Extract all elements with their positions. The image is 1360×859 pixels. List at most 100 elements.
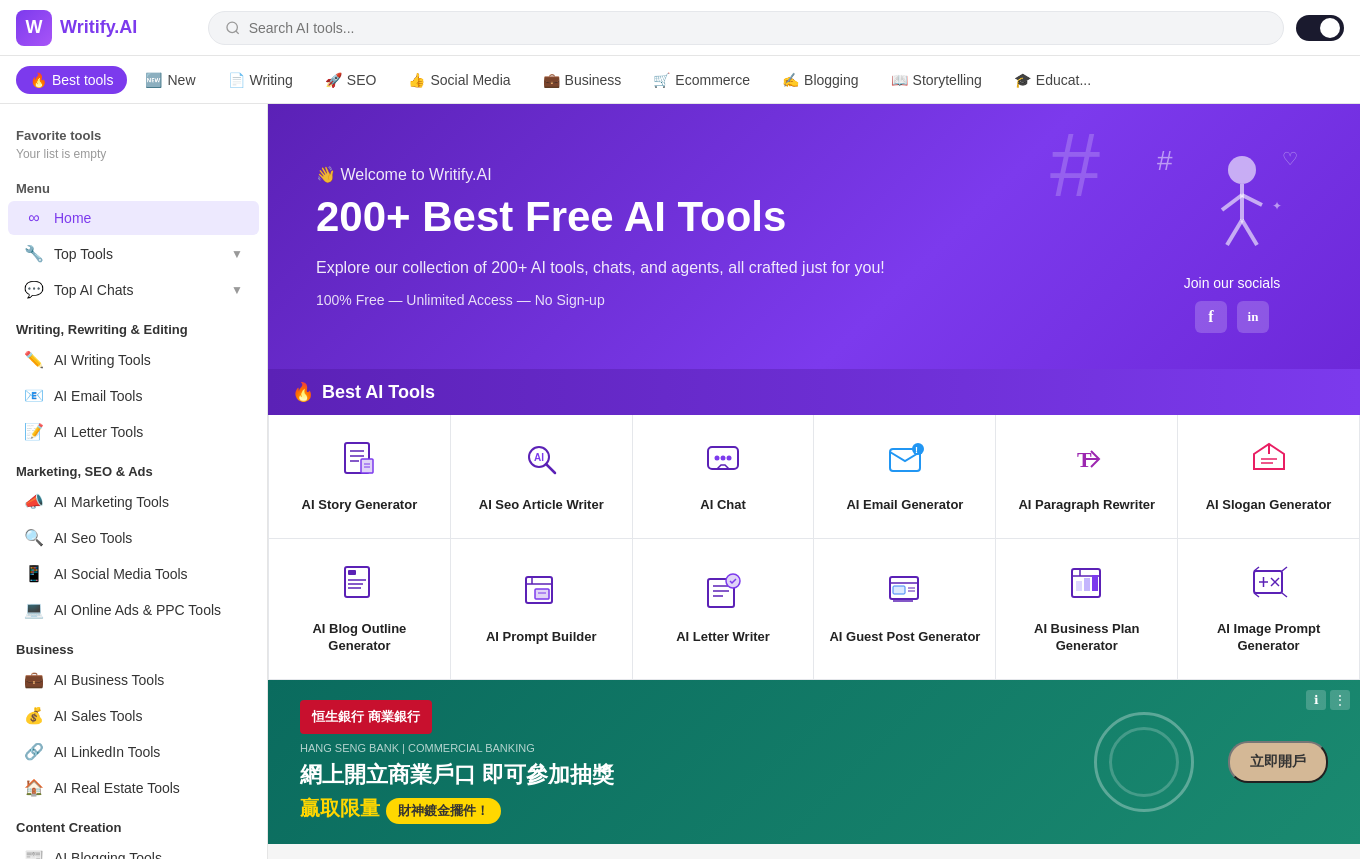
ad-sub-text: 贏取限量 財神鍍金擺件！ <box>300 794 614 824</box>
sidebar-item-home[interactable]: ∞ Home <box>8 201 259 235</box>
ad-main-text: 網上開立商業戶口 即可參加抽獎 <box>300 760 614 790</box>
sales-icon: 💰 <box>24 706 44 725</box>
ad-banner: ℹ ⋮ 恒生銀行 商業銀行 HANG SENG BANK | COMMERCIA… <box>268 680 1360 844</box>
linkedin-icon[interactable]: in <box>1237 301 1269 333</box>
tool-card-guest-post[interactable]: AI Guest Post Generator <box>814 539 996 680</box>
ad-close-button[interactable]: ⋮ <box>1330 690 1350 710</box>
tab-ecommerce[interactable]: 🛒 Ecommerce <box>639 66 764 94</box>
sidebar-item-top-ai-chats[interactable]: 💬 Top AI Chats ▼ <box>8 272 259 307</box>
svg-line-62 <box>1282 567 1287 571</box>
prompt-builder-label: AI Prompt Builder <box>486 629 597 646</box>
tool-card-seo-writer[interactable]: AI AI Seo Article Writer <box>451 415 633 539</box>
svg-rect-59 <box>1092 575 1098 591</box>
sidebar-item-ai-linkedin[interactable]: 🔗 AI LinkedIn Tools <box>8 734 259 769</box>
tab-writing[interactable]: 📄 Writing <box>214 66 307 94</box>
body-row: Favorite tools Your list is empty Menu ∞… <box>0 104 1360 859</box>
blog-outline-label: AI Blog Outline Generator <box>281 621 438 655</box>
guest-post-label: AI Guest Post Generator <box>829 629 980 646</box>
sidebar: Favorite tools Your list is empty Menu ∞… <box>0 104 268 859</box>
facebook-icon[interactable]: f <box>1195 301 1227 333</box>
sidebar-item-ai-business[interactable]: 💼 AI Business Tools <box>8 662 259 697</box>
svg-point-0 <box>227 22 237 32</box>
svg-line-18 <box>546 464 555 473</box>
tab-business[interactable]: 💼 Business <box>529 66 636 94</box>
search-bar[interactable] <box>208 11 1284 45</box>
tool-card-prompt-builder[interactable]: AI Prompt Builder <box>451 539 633 680</box>
svg-line-6 <box>1227 220 1242 245</box>
svg-rect-57 <box>1076 581 1082 591</box>
top-tools-icon: 🔧 <box>24 244 44 263</box>
writing-tools-icon: ✏️ <box>24 350 44 369</box>
home-icon: ∞ <box>24 209 44 227</box>
dark-mode-toggle[interactable] <box>1296 15 1344 41</box>
hero-illustration: # <box>1050 114 1100 217</box>
image-prompt-label: AI Image Prompt Generator <box>1190 621 1347 655</box>
seo-writer-icon: AI <box>521 439 561 487</box>
svg-text:AI: AI <box>534 452 544 463</box>
svg-line-64 <box>1282 593 1287 597</box>
tab-blogging[interactable]: ✍️ Blogging <box>768 66 873 94</box>
tab-storytelling[interactable]: 📖 Storytelling <box>877 66 996 94</box>
tool-card-para-rewriter[interactable]: T AI Paragraph Rewriter <box>996 415 1178 539</box>
search-input[interactable] <box>249 20 1267 36</box>
real-estate-icon: 🏠 <box>24 778 44 797</box>
ad-controls: ℹ ⋮ <box>1306 690 1350 710</box>
logo-area: W Writify.AI <box>16 10 196 46</box>
email-gen-icon: ! <box>885 439 925 487</box>
hero-headline: 200+ Best Free AI Tools <box>316 194 885 240</box>
tool-card-email-gen[interactable]: ! AI Email Generator <box>814 415 996 539</box>
svg-point-21 <box>715 456 720 461</box>
letter-writer-label: AI Letter Writer <box>676 629 770 646</box>
search-icon <box>225 20 241 36</box>
tool-card-chat[interactable]: AI Chat <box>633 415 815 539</box>
marketing-category-label: Marketing, SEO & Ads <box>0 450 267 483</box>
sidebar-item-ai-social-media[interactable]: 📱 AI Social Media Tools <box>8 556 259 591</box>
guest-post-icon <box>885 571 925 619</box>
sidebar-item-ai-letter-tools[interactable]: 📝 AI Letter Tools <box>8 414 259 449</box>
tool-card-biz-plan[interactable]: AI Business Plan Generator <box>996 539 1178 680</box>
tool-card-slogan-gen[interactable]: AI Slogan Generator <box>1178 415 1360 539</box>
logo-text: Writify.AI <box>60 17 137 38</box>
sidebar-item-ai-marketing[interactable]: 📣 AI Marketing Tools <box>8 484 259 519</box>
hero-text: 👋 Welcome to Writify.AI 200+ Best Free A… <box>316 165 885 308</box>
header: W Writify.AI <box>0 0 1360 56</box>
tab-seo[interactable]: 🚀 SEO <box>311 66 391 94</box>
hero-banner: 👋 Welcome to Writify.AI 200+ Best Free A… <box>268 104 1360 369</box>
chat-icon <box>703 439 743 487</box>
ad-bank-sub: HANG SENG BANK | COMMERCIAL BANKING <box>300 742 614 754</box>
tool-card-blog-outline[interactable]: AI Blog Outline Generator <box>269 539 451 680</box>
social-icons: f in <box>1152 301 1312 333</box>
sidebar-item-ai-email-tools[interactable]: 📧 AI Email Tools <box>8 378 259 413</box>
ad-info-button[interactable]: ℹ <box>1306 690 1326 710</box>
tab-best-tools[interactable]: 🔥 Best tools <box>16 66 127 94</box>
sidebar-item-ai-online-ads[interactable]: 💻 AI Online Ads & PPC Tools <box>8 592 259 627</box>
letter-writer-icon <box>703 571 743 619</box>
sidebar-item-ai-blogging[interactable]: 📰 AI Blogging Tools <box>8 840 259 859</box>
sidebar-item-ai-writing-tools[interactable]: ✏️ AI Writing Tools <box>8 342 259 377</box>
hero-description: Explore our collection of 200+ AI tools,… <box>316 256 885 280</box>
ad-text: 恒生銀行 商業銀行 HANG SENG BANK | COMMERCIAL BA… <box>300 700 614 824</box>
business-tools-icon: 💼 <box>24 670 44 689</box>
sidebar-item-ai-seo[interactable]: 🔍 AI Seo Tools <box>8 520 259 555</box>
ad-cta-button[interactable]: 立即開戶 <box>1228 741 1328 783</box>
svg-point-2 <box>1228 156 1256 184</box>
tool-card-letter-writer[interactable]: AI Letter Writer <box>633 539 815 680</box>
sidebar-item-ai-real-estate[interactable]: 🏠 AI Real Estate Tools <box>8 770 259 805</box>
tool-card-story-generator[interactable]: AI Story Generator <box>269 415 451 539</box>
best-ai-tools-section: 🔥 Best AI Tools <box>268 369 1360 680</box>
email-tools-icon: 📧 <box>24 386 44 405</box>
tool-card-image-prompt[interactable]: AI Image Prompt Generator <box>1178 539 1360 680</box>
sidebar-item-ai-sales[interactable]: 💰 AI Sales Tools <box>8 698 259 733</box>
tab-new[interactable]: 🆕 New <box>131 66 209 94</box>
welcome-line: 👋 Welcome to Writify.AI <box>316 165 885 184</box>
tab-education[interactable]: 🎓 Educat... <box>1000 66 1105 94</box>
chat-label: AI Chat <box>700 497 746 514</box>
hero-right: # ♡ ✦ Join our socials f <box>1152 140 1312 333</box>
sidebar-item-top-tools[interactable]: 🔧 Top Tools ▼ <box>8 236 259 271</box>
biz-plan-icon <box>1067 563 1107 611</box>
logo-icon: W <box>16 10 52 46</box>
tab-social-media[interactable]: 👍 Social Media <box>394 66 524 94</box>
ad-right: 立即開戶 <box>1084 702 1328 822</box>
favorite-tools-title: Favorite tools <box>0 116 267 147</box>
svg-line-7 <box>1242 220 1257 245</box>
